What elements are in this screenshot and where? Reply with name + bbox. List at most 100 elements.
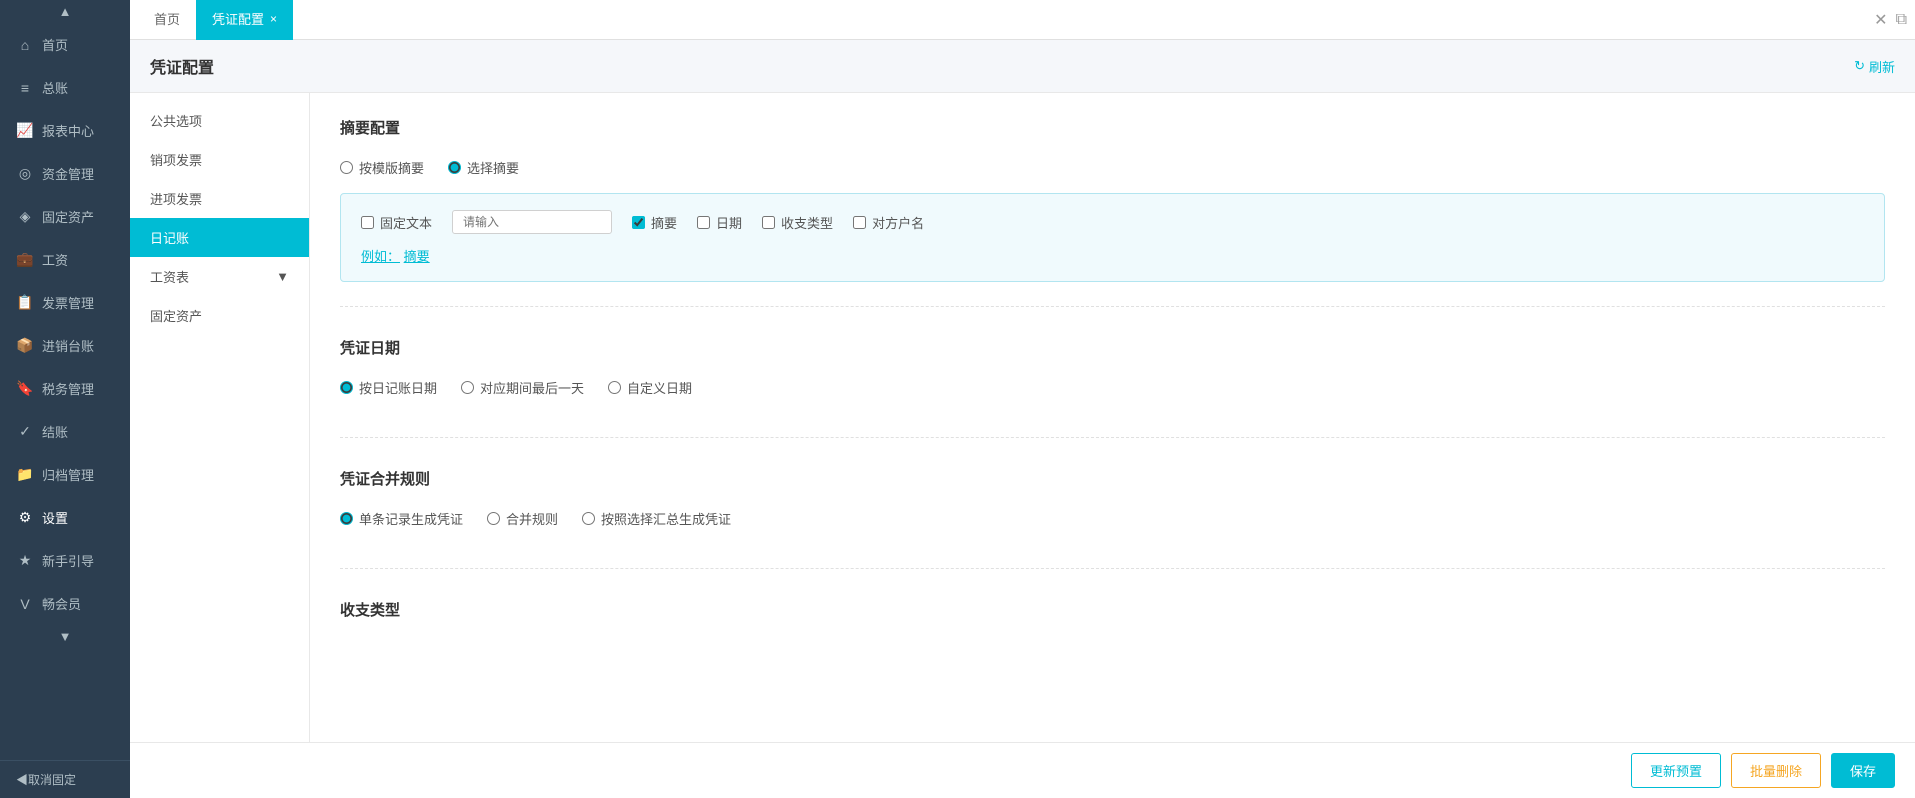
fund-icon: ◎	[16, 165, 34, 182]
sidebar-item-vip[interactable]: V 畅会员	[0, 582, 130, 625]
sidebar-item-tax-management[interactable]: 🔖 税务管理	[0, 367, 130, 410]
sidebar-item-archive[interactable]: 📁 归档管理	[0, 453, 130, 496]
voucher-date-title: 凭证日期	[340, 337, 1885, 358]
income-type-option[interactable]: 收支类型	[762, 213, 833, 232]
sidebar-item-fund-management[interactable]: ◎ 资金管理	[0, 152, 130, 195]
sidebar: ▲ ⌂ 首页 ≡ 总账 📈 报表中心 ◎ 资金管理 ◈ 固定资产 💼 工资 📋 …	[0, 0, 130, 798]
main-area: 首页 凭证配置 × ✕ ⧉ 凭证配置 ↻ 刷新 公共选项 销项发票 进	[130, 0, 1915, 798]
voucher-date-section: 凭证日期 按日记账日期 对应期间最后一天 自定义日期	[340, 337, 1885, 438]
vip-icon: V	[16, 596, 34, 612]
purchase-icon: 📦	[16, 337, 34, 354]
save-button[interactable]: 保存	[1831, 753, 1895, 788]
tab-close-icon[interactable]: ×	[270, 12, 277, 26]
fixed-text-input[interactable]	[452, 210, 612, 234]
sidebar-item-purchase-sales[interactable]: 📦 进销台账	[0, 324, 130, 367]
sidebar-scroll-up[interactable]: ▲	[0, 0, 130, 23]
right-content: 摘要配置 按模版摘要 选择摘要 固定文本	[310, 93, 1915, 742]
merge-rules-radio-group: 单条记录生成凭证 合并规则 按照选择汇总生成凭证	[340, 509, 1885, 528]
sidebar-item-general-ledger[interactable]: ≡ 总账	[0, 66, 130, 109]
payroll-icon: 💼	[16, 251, 34, 268]
single-record-radio[interactable]	[340, 512, 353, 525]
by-selection-option[interactable]: 按照选择汇总生成凭证	[582, 509, 731, 528]
assets-icon: ◈	[16, 208, 34, 225]
window-restore-icon[interactable]: ⧉	[1896, 11, 1907, 29]
archive-icon: 📁	[16, 466, 34, 483]
counterpart-checkbox[interactable]	[853, 216, 866, 229]
refresh-icon: ↻	[1854, 58, 1865, 74]
template-summary-option[interactable]: 按模版摘要	[340, 158, 424, 177]
nav-public-options[interactable]: 公共选项	[130, 101, 309, 140]
sidebar-item-home[interactable]: ⌂ 首页	[0, 23, 130, 66]
bottom-action-bar: 更新预置 批量删除 保存	[130, 742, 1915, 798]
batch-delete-button[interactable]: 批量删除	[1731, 753, 1821, 788]
nav-sales-invoice[interactable]: 销项发票	[130, 140, 309, 179]
summary-config-section: 摘要配置 按模版摘要 选择摘要 固定文本	[340, 117, 1885, 307]
sidebar-item-report-center[interactable]: 📈 报表中心	[0, 109, 130, 152]
left-nav: 公共选项 销项发票 进项发票 日记账 工资表 ▼ 固定资产	[130, 93, 310, 742]
tab-bar: 首页 凭证配置 × ✕ ⧉	[130, 0, 1915, 40]
template-summary-radio[interactable]	[340, 161, 353, 174]
nav-fixed-assets[interactable]: 固定资产	[130, 296, 309, 335]
fixed-text-option[interactable]: 固定文本	[361, 213, 432, 232]
summary-cb-option[interactable]: 摘要	[632, 213, 677, 232]
last-day-period-option[interactable]: 对应期间最后一天	[461, 378, 584, 397]
tax-icon: 🔖	[16, 380, 34, 397]
select-summary-radio[interactable]	[448, 161, 461, 174]
income-type-checkbox[interactable]	[762, 216, 775, 229]
settlement-icon: ✓	[16, 423, 34, 440]
custom-date-radio[interactable]	[608, 381, 621, 394]
date-cb-option[interactable]: 日期	[697, 213, 742, 232]
tab-bar-actions: ✕ ⧉	[1874, 10, 1907, 30]
select-summary-option[interactable]: 选择摘要	[448, 158, 519, 177]
sidebar-item-settlement[interactable]: ✓ 结账	[0, 410, 130, 453]
by-journal-date-option[interactable]: 按日记账日期	[340, 378, 437, 397]
date-checkbox[interactable]	[697, 216, 710, 229]
summary-config-box: 固定文本 摘要 日期 收支类型	[340, 193, 1885, 282]
tab-voucher-config[interactable]: 凭证配置 ×	[196, 0, 293, 40]
merge-rules-title: 凭证合并规则	[340, 468, 1885, 489]
single-record-option[interactable]: 单条记录生成凭证	[340, 509, 463, 528]
sidebar-scroll-down[interactable]: ▼	[0, 625, 130, 648]
counterpart-option[interactable]: 对方户名	[853, 213, 924, 232]
summary-radio-group: 按模版摘要 选择摘要	[340, 158, 1885, 177]
sidebar-item-settings[interactable]: ⚙ 设置	[0, 496, 130, 539]
example-text: 例如： 摘要	[361, 246, 1864, 265]
merge-rules-radio[interactable]	[487, 512, 500, 525]
sidebar-item-new-guide[interactable]: ★ 新手引导	[0, 539, 130, 582]
summary-config-title: 摘要配置	[340, 117, 1885, 138]
by-journal-date-radio[interactable]	[340, 381, 353, 394]
last-day-period-radio[interactable]	[461, 381, 474, 394]
sidebar-item-invoice-management[interactable]: 📋 发票管理	[0, 281, 130, 324]
invoice-icon: 📋	[16, 294, 34, 311]
fixed-text-checkbox[interactable]	[361, 216, 374, 229]
content-area: 公共选项 销项发票 进项发票 日记账 工资表 ▼ 固定资产 摘要配置	[130, 93, 1915, 742]
update-preview-button[interactable]: 更新预置	[1631, 753, 1721, 788]
unpin-sidebar-button[interactable]: ◀取消固定	[0, 760, 130, 798]
nav-journal[interactable]: 日记账	[130, 218, 309, 257]
voucher-date-radio-group: 按日记账日期 对应期间最后一天 自定义日期	[340, 378, 1885, 397]
income-type-section: 收支类型	[340, 599, 1885, 664]
merge-rules-option[interactable]: 合并规则	[487, 509, 558, 528]
merge-rules-section: 凭证合并规则 单条记录生成凭证 合并规则 按照选择汇总生成凭证	[340, 468, 1885, 569]
custom-date-option[interactable]: 自定义日期	[608, 378, 692, 397]
summary-checkbox[interactable]	[632, 216, 645, 229]
home-icon: ⌂	[16, 37, 34, 53]
sidebar-item-payroll[interactable]: 💼 工资	[0, 238, 130, 281]
refresh-button[interactable]: ↻ 刷新	[1854, 57, 1895, 76]
guide-icon: ★	[16, 552, 34, 569]
sidebar-item-fixed-assets[interactable]: ◈ 固定资产	[0, 195, 130, 238]
nav-payroll-table[interactable]: 工资表 ▼	[130, 257, 309, 296]
chevron-down-icon: ▼	[276, 269, 289, 284]
page-header: 凭证配置 ↻ 刷新	[130, 40, 1915, 93]
settings-icon: ⚙	[16, 509, 34, 526]
ledger-icon: ≡	[16, 80, 34, 96]
example-value-link[interactable]: 摘要	[404, 249, 430, 264]
income-type-title: 收支类型	[340, 599, 1885, 620]
summary-checkboxes-row: 固定文本 摘要 日期 收支类型	[361, 210, 1864, 234]
nav-purchase-invoice[interactable]: 进项发票	[130, 179, 309, 218]
window-close-icon[interactable]: ✕	[1874, 10, 1887, 30]
tab-home[interactable]: 首页	[138, 0, 196, 40]
report-icon: 📈	[16, 122, 34, 139]
page-title: 凭证配置	[150, 54, 214, 78]
by-selection-radio[interactable]	[582, 512, 595, 525]
